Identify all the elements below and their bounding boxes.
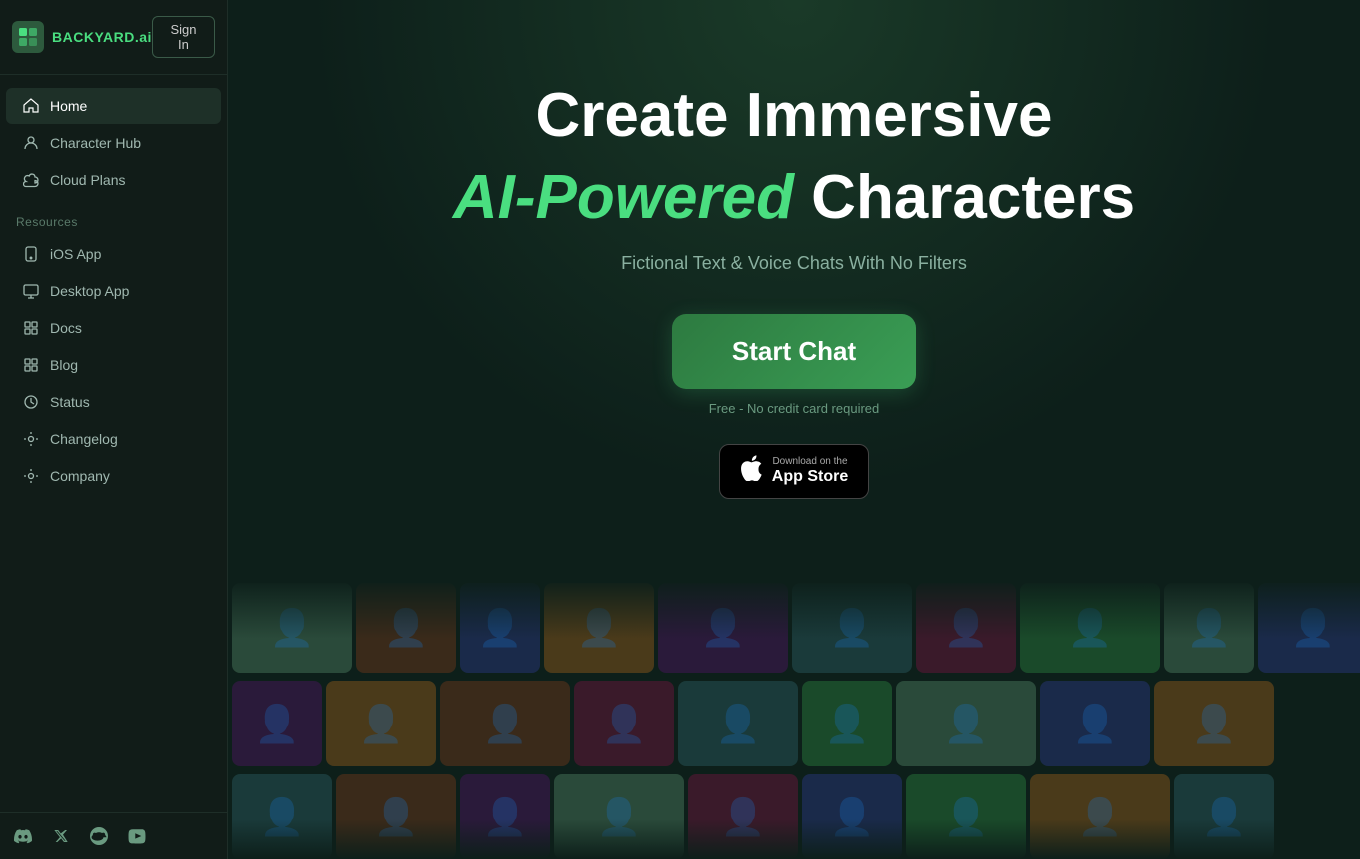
sidebar-item-home-label: Home — [50, 98, 87, 114]
sign-in-button[interactable]: Sign In — [152, 16, 215, 58]
char-card: 👤 — [326, 681, 436, 766]
sidebar-item-desktop-label: Desktop App — [50, 283, 129, 299]
sidebar-item-status-label: Status — [50, 394, 90, 410]
app-store-large-text: App Store — [772, 468, 848, 486]
sidebar-item-company[interactable]: Company — [6, 458, 221, 494]
hero-title-line2: AI-Powered Characters — [453, 162, 1135, 233]
app-store-text: Download on the App Store — [772, 456, 848, 486]
sidebar-item-character-hub-label: Character Hub — [50, 135, 141, 151]
sidebar: BACKYARD.ai Sign In Home Character Hub — [0, 0, 228, 859]
sidebar-item-desktop-app[interactable]: Desktop App — [6, 273, 221, 309]
characters-row-2: 👤 👤 👤 👤 👤 👤 👤 — [232, 681, 1356, 766]
app-store-small-text: Download on the — [772, 456, 848, 468]
sidebar-item-docs-label: Docs — [50, 320, 82, 336]
cloud-icon — [22, 171, 40, 189]
apple-icon — [740, 455, 762, 488]
ios-icon — [22, 245, 40, 263]
character-hub-icon — [22, 134, 40, 152]
characters-text: Characters — [794, 163, 1135, 232]
char-card: 👤 — [1154, 681, 1274, 766]
grid-bottom-fade — [228, 819, 1360, 859]
resources-label: Resources — [0, 199, 227, 235]
status-icon — [22, 393, 40, 411]
char-card: 👤 — [574, 681, 674, 766]
company-icon — [22, 467, 40, 485]
sidebar-item-blog[interactable]: Blog — [6, 347, 221, 383]
sidebar-item-changelog-label: Changelog — [50, 431, 118, 447]
logo-icon — [12, 21, 44, 53]
sidebar-item-home[interactable]: Home — [6, 88, 221, 124]
characters-grid: 👤 👤 👤 👤 👤 👤 👤 — [228, 579, 1360, 859]
start-chat-button[interactable]: Start Chat — [672, 314, 916, 389]
desktop-icon — [22, 282, 40, 300]
char-card: 👤 — [232, 681, 322, 766]
sidebar-item-cloud-plans-label: Cloud Plans — [50, 172, 126, 188]
free-label: Free - No credit card required — [709, 401, 880, 416]
discord-icon[interactable] — [12, 825, 34, 847]
char-card: 👤 — [678, 681, 798, 766]
char-card: 👤 — [1040, 681, 1150, 766]
home-icon — [22, 97, 40, 115]
twitter-icon[interactable] — [50, 825, 72, 847]
sidebar-item-blog-label: Blog — [50, 357, 78, 373]
youtube-icon[interactable] — [126, 825, 148, 847]
sidebar-item-company-label: Company — [50, 468, 110, 484]
changelog-icon — [22, 430, 40, 448]
sidebar-footer — [0, 812, 227, 859]
sidebar-header: BACKYARD.ai Sign In — [0, 0, 227, 75]
sidebar-item-character-hub[interactable]: Character Hub — [6, 125, 221, 161]
sidebar-item-status[interactable]: Status — [6, 384, 221, 420]
logo-area: BACKYARD.ai — [12, 21, 152, 53]
sidebar-item-docs[interactable]: Docs — [6, 310, 221, 346]
reddit-icon[interactable] — [88, 825, 110, 847]
app-store-button[interactable]: Download on the App Store — [719, 444, 869, 499]
char-card: 👤 — [802, 681, 892, 766]
sidebar-nav: Home Character Hub Cloud Plans Resources — [0, 75, 227, 812]
ai-powered-text: AI-Powered — [453, 163, 794, 232]
hero-title-line1: Create Immersive — [536, 80, 1053, 151]
sidebar-item-ios-app[interactable]: iOS App — [6, 236, 221, 272]
logo-text: BACKYARD.ai — [52, 29, 152, 45]
sidebar-item-changelog[interactable]: Changelog — [6, 421, 221, 457]
main-content: Create Immersive AI-Powered Characters F… — [228, 0, 1360, 859]
char-card: 👤 — [440, 681, 570, 766]
hero-section: Create Immersive AI-Powered Characters F… — [228, 0, 1360, 579]
docs-icon — [22, 319, 40, 337]
char-card: 👤 — [896, 681, 1036, 766]
hero-subtitle: Fictional Text & Voice Chats With No Fil… — [621, 253, 967, 274]
blog-icon — [22, 356, 40, 374]
grid-top-fade — [228, 579, 1360, 639]
sidebar-item-ios-label: iOS App — [50, 246, 101, 262]
sidebar-item-cloud-plans[interactable]: Cloud Plans — [6, 162, 221, 198]
